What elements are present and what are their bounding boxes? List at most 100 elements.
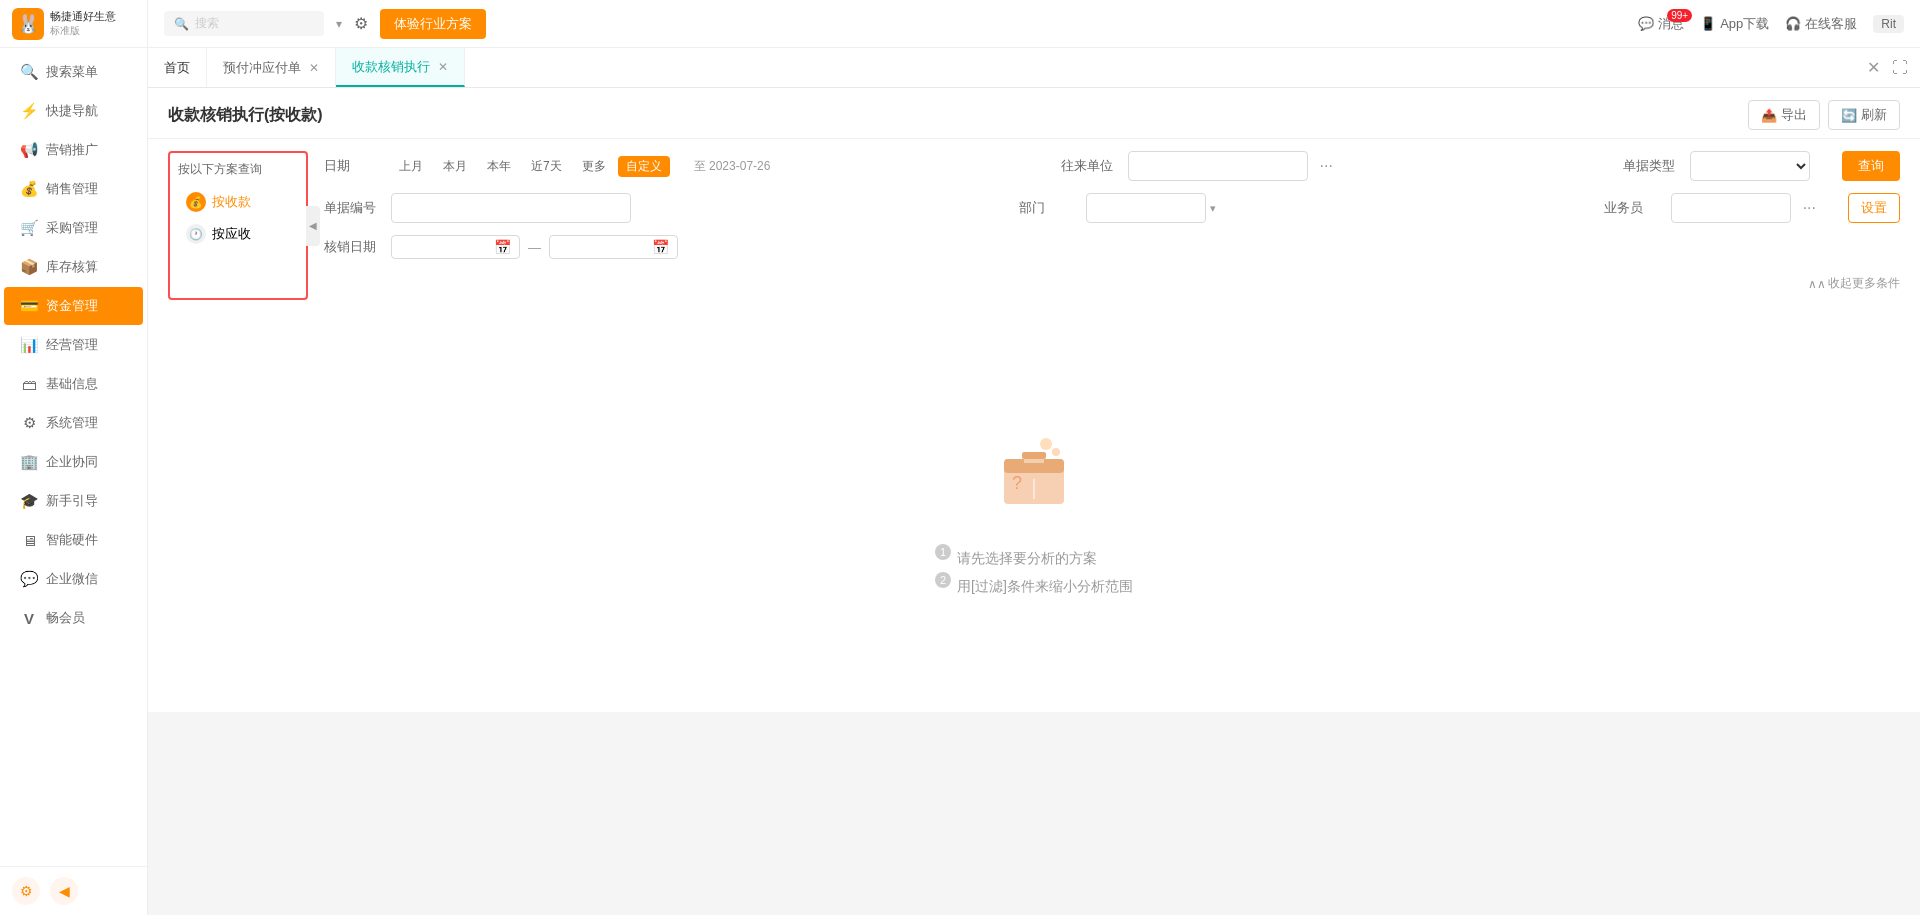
sidebar-item-marketing[interactable]: 📢 营销推广 xyxy=(4,131,143,169)
panel-item-by-receipt[interactable]: 💰 按收款 xyxy=(178,186,298,218)
sidebar-item-quicknav[interactable]: ⚡ 快捷导航 xyxy=(4,92,143,130)
message-button[interactable]: 💬 消息 99+ xyxy=(1638,15,1684,33)
staff-more-btn[interactable]: ··· xyxy=(1803,199,1816,217)
industry-solution-button[interactable]: 体验行业方案 xyxy=(380,9,486,39)
date-filter-label: 日期 xyxy=(324,157,379,175)
sidebar-item-label-basic: 基础信息 xyxy=(46,375,98,393)
service-icon: 🎧 xyxy=(1785,16,1801,31)
sidebar-item-wechat[interactable]: 💬 企业微信 xyxy=(4,560,143,598)
refresh-button[interactable]: 🔄 刷新 xyxy=(1828,100,1900,130)
search-placeholder: 搜索 xyxy=(195,15,219,32)
sidebar-item-label-wechat: 企业微信 xyxy=(46,570,98,588)
sidebar-item-finance[interactable]: 💳 资金管理 xyxy=(4,287,143,325)
svg-point-5 xyxy=(1052,448,1060,456)
sidebar-item-label-member: 畅会员 xyxy=(46,609,85,627)
export-button[interactable]: 📤 导出 xyxy=(1748,100,1820,130)
app-icon: 📱 xyxy=(1700,16,1716,31)
collapse-more-row: ∧∧ 收起更多条件 xyxy=(324,271,1900,300)
corp-icon: 🏢 xyxy=(20,453,38,471)
user-avatar[interactable]: Rit xyxy=(1873,15,1904,33)
panel-item-by-receivable[interactable]: 🕐 按应收 xyxy=(178,218,298,250)
sidebar-item-label-search: 搜索菜单 xyxy=(46,63,98,81)
svg-point-4 xyxy=(1040,438,1052,450)
sidebar-item-search[interactable]: 🔍 搜索菜单 xyxy=(4,53,143,91)
sidebar-item-system[interactable]: ⚙ 系统管理 xyxy=(4,404,143,442)
tab-prepay[interactable]: 预付冲应付单 ✕ xyxy=(207,48,336,87)
counterparty-label: 往来单位 xyxy=(1061,157,1116,175)
brand-name: 畅捷通好生意 xyxy=(50,9,116,23)
header-dropdown-icon[interactable]: ▾ xyxy=(336,17,342,31)
page-inner: 收款核销执行(按收款) 📤 导出 🔄 刷新 按以下方案查询 xyxy=(148,88,1920,712)
tab-close-all-button[interactable]: ✕ xyxy=(1867,58,1880,77)
date-tab-this-year[interactable]: 本年 xyxy=(479,156,519,177)
sidebar-item-mgmt[interactable]: 📊 经营管理 xyxy=(4,326,143,364)
date-tab-this-month[interactable]: 本月 xyxy=(435,156,475,177)
tab-verify-label: 收款核销执行 xyxy=(352,58,430,76)
app-download-button[interactable]: 📱 App下载 xyxy=(1700,15,1769,33)
doc-type-select[interactable] xyxy=(1690,151,1810,181)
header-settings-icon[interactable]: ⚙ xyxy=(354,14,368,33)
empty-tip-1-text: 请先选择要分析的方案 xyxy=(957,544,1097,572)
verify-date-end-input[interactable]: 2023-07-21 xyxy=(558,240,648,255)
sidebar-item-sales[interactable]: 💰 销售管理 xyxy=(4,170,143,208)
dept-input[interactable] xyxy=(1086,193,1206,223)
sidebar-item-purchase[interactable]: 🛒 采购管理 xyxy=(4,209,143,247)
doc-no-input[interactable] xyxy=(391,193,631,223)
sidebar-item-label-corp: 企业协同 xyxy=(46,453,98,471)
svg-rect-3 xyxy=(1024,459,1044,463)
date-range: 2023-03-01 📅 — 2023-07-21 📅 xyxy=(391,235,678,259)
date-tab-more[interactable]: 更多 xyxy=(574,156,614,177)
date-tab-7days[interactable]: 近7天 xyxy=(523,156,570,177)
cal-start-icon[interactable]: 📅 xyxy=(494,239,511,255)
by-receivable-label: 按应收 xyxy=(212,225,251,243)
cal-end-icon[interactable]: 📅 xyxy=(652,239,669,255)
sidebar-item-corp[interactable]: 🏢 企业协同 xyxy=(4,443,143,481)
sidebar-item-inventory[interactable]: 📦 库存核算 xyxy=(4,248,143,286)
staff-input[interactable] xyxy=(1671,193,1791,223)
counterparty-input[interactable] xyxy=(1128,151,1308,181)
verify-date-start-input[interactable]: 2023-03-01 xyxy=(400,240,490,255)
marketing-icon: 📢 xyxy=(20,141,38,159)
tab-home[interactable]: 首页 xyxy=(148,48,207,87)
settings-button[interactable]: 设置 xyxy=(1848,193,1900,223)
dept-select-wrap: ▾ xyxy=(1086,193,1216,223)
sidebar-nav: 🔍 搜索菜单 ⚡ 快捷导航 📢 营销推广 💰 销售管理 🛒 采购管理 📦 库存核… xyxy=(0,48,147,866)
date-tab-custom[interactable]: 自定义 xyxy=(618,156,670,177)
tab-bar: 首页 预付冲应付单 ✕ 收款核销执行 ✕ ✕ ⛶ xyxy=(148,48,1920,88)
export-icon: 📤 xyxy=(1761,108,1777,123)
message-icon: 💬 xyxy=(1638,16,1654,31)
sidebar-item-basic[interactable]: 🗃 基础信息 xyxy=(4,365,143,403)
date-tab-last-month[interactable]: 上月 xyxy=(391,156,431,177)
sidebar-item-hardware[interactable]: 🖥 智能硬件 xyxy=(4,521,143,559)
system-icon: ⚙ xyxy=(20,414,38,432)
wechat-icon: 💬 xyxy=(20,570,38,588)
dept-chevron-icon[interactable]: ▾ xyxy=(1210,202,1216,215)
sidebar-item-label-finance: 资金管理 xyxy=(46,297,98,315)
filter-row-2: 单据编号 部门 ▾ 业务员 ··· 设置 xyxy=(324,193,1900,223)
search-menu-icon: 🔍 xyxy=(20,63,38,81)
svg-text:?: ? xyxy=(1012,473,1022,493)
left-panel-title: 按以下方案查询 xyxy=(178,161,298,178)
left-panel-collapse[interactable]: ◀ xyxy=(306,206,320,246)
online-service-button[interactable]: 🎧 在线客服 xyxy=(1785,15,1857,33)
staff-label: 业务员 xyxy=(1604,199,1659,217)
sidebar-item-member[interactable]: V 畅会员 xyxy=(4,599,143,637)
tab-expand-button[interactable]: ⛶ xyxy=(1892,59,1908,77)
empty-illustration: ? xyxy=(984,424,1084,524)
tab-verify-close[interactable]: ✕ xyxy=(438,60,448,74)
tab-prepay-close[interactable]: ✕ xyxy=(309,61,319,75)
settings-footer-button[interactable]: ⚙ xyxy=(12,877,40,905)
sidebar-item-label-mgmt: 经营管理 xyxy=(46,336,98,354)
top-search-box[interactable]: 🔍 搜索 xyxy=(164,11,324,36)
collapse-more-btn[interactable]: ∧∧ 收起更多条件 xyxy=(1808,275,1900,292)
empty-state: ? 1 请先选择要分析的方案 2 用[过滤]条件来缩小分析范围 xyxy=(148,312,1920,712)
verify-date-label: 核销日期 xyxy=(324,238,379,256)
query-button[interactable]: 查询 xyxy=(1842,151,1900,181)
dept-label: 部门 xyxy=(1019,199,1074,217)
counterparty-more-btn[interactable]: ··· xyxy=(1320,157,1333,175)
refresh-icon: 🔄 xyxy=(1841,108,1857,123)
collapse-sidebar-button[interactable]: ◀ xyxy=(50,877,78,905)
sidebar-item-guide[interactable]: 🎓 新手引导 xyxy=(4,482,143,520)
hardware-icon: 🖥 xyxy=(20,532,38,549)
tab-verify[interactable]: 收款核销执行 ✕ xyxy=(336,48,465,87)
